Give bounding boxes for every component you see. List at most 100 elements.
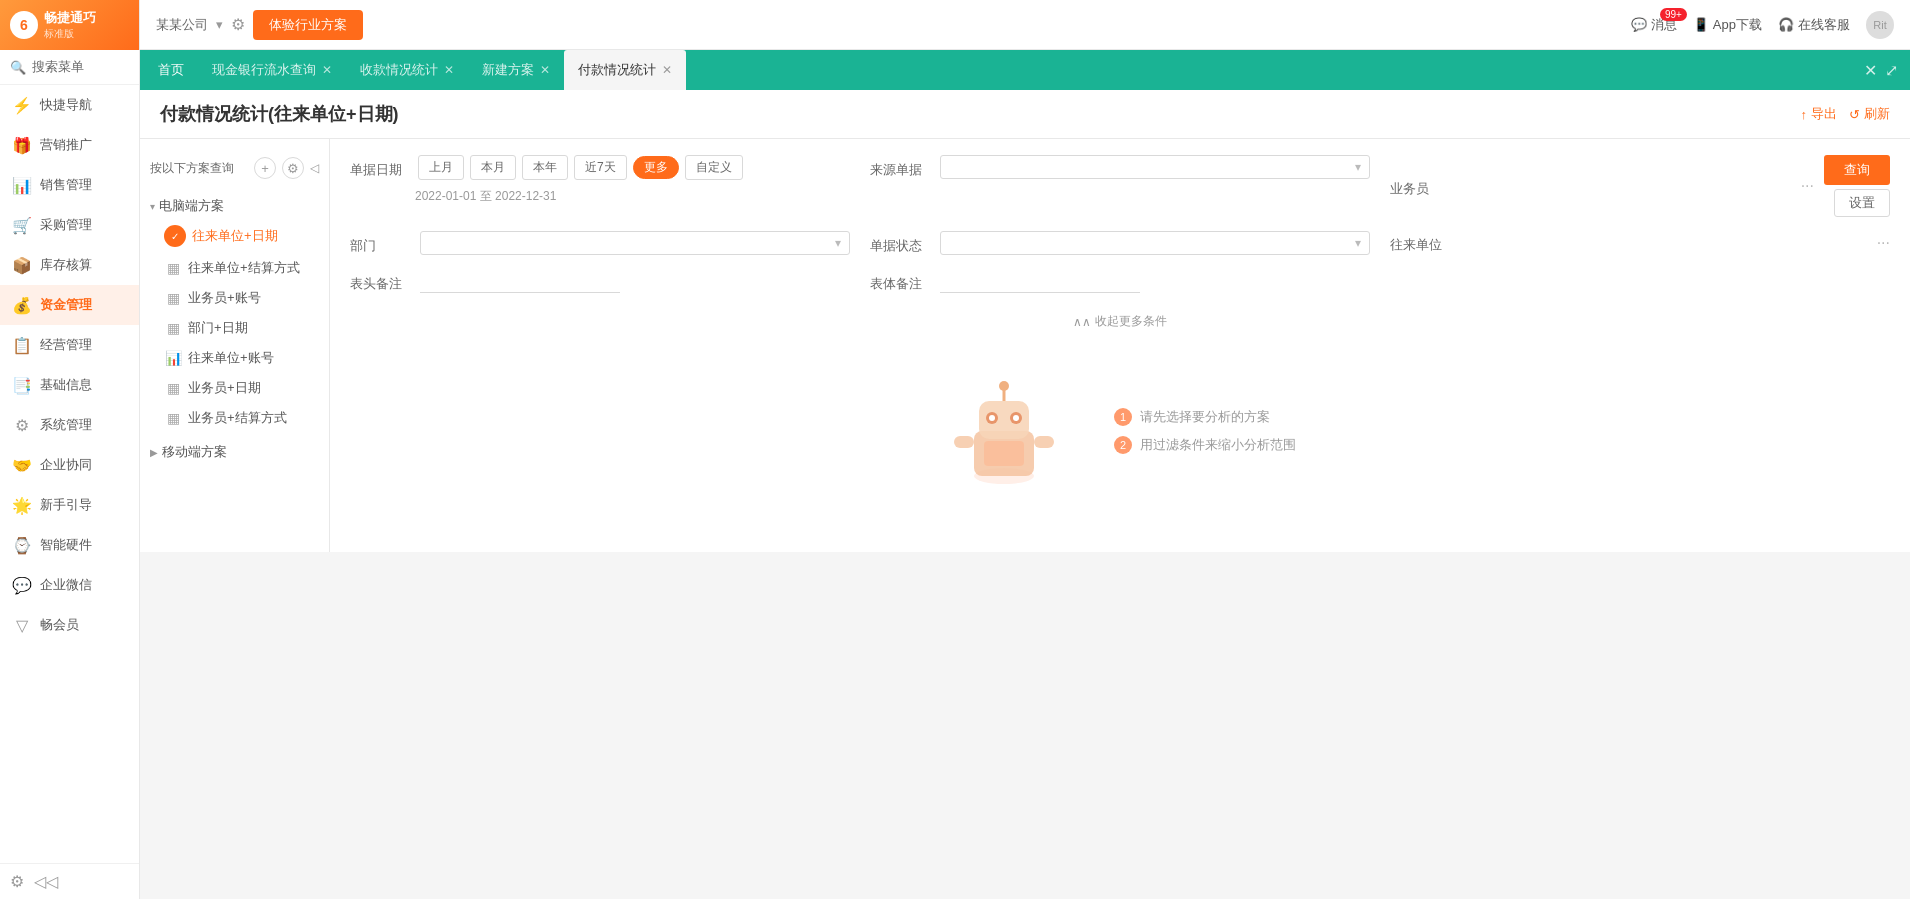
scheme-settings-btn[interactable]: ⚙ [282,157,304,179]
tab-close-all-icon[interactable]: ✕ [1864,61,1877,80]
filter-doc-status-label: 单据状态 [870,232,930,255]
sidebar-item-label: 营销推广 [40,136,92,154]
scheme-item-icon: ▦ [164,319,182,337]
scheme-item-label: 部门+日期 [188,319,248,337]
filter-date-label: 单据日期 [350,156,410,179]
sidebar-item-capital[interactable]: 💰 资金管理 [0,285,139,325]
header-gear-icon[interactable]: ⚙ [231,15,245,34]
tab-income-label: 收款情况统计 [360,61,438,79]
settings-btn[interactable]: 设置 [1834,189,1890,217]
message-badge: 99+ [1660,8,1687,21]
filter-source-select[interactable]: ▾ [940,155,1370,179]
sidebar-item-label: 销售管理 [40,176,92,194]
page-title: 付款情况统计(往来单位+日期) [160,102,399,126]
export-btn[interactable]: ↑ 导出 [1801,105,1838,123]
sidebar-item-label: 快捷导航 [40,96,92,114]
tab-income-close[interactable]: ✕ [444,63,454,77]
tab-payment-label: 付款情况统计 [578,61,656,79]
refresh-btn[interactable]: ↺ 刷新 [1849,105,1890,123]
scheme-item-label: 业务员+账号 [188,289,261,307]
date-btn-custom[interactable]: 自定义 [685,155,743,180]
app-icon: 📱 [1693,17,1709,32]
sidebar-item-member[interactable]: ▽ 畅会员 [0,605,139,645]
trial-btn[interactable]: 体验行业方案 [253,10,363,40]
tab-new-scheme-close[interactable]: ✕ [540,63,550,77]
empty-illustration [944,376,1064,496]
message-action[interactable]: 💬 消息 99+ [1631,16,1677,34]
sidebar-item-basic[interactable]: 📑 基础信息 [0,365,139,405]
date-btn-more[interactable]: 更多 [633,156,679,179]
scheme-item-unit-date[interactable]: ✓ 往来单位+日期 [140,219,329,253]
service-action[interactable]: 🎧 在线客服 [1778,16,1850,34]
filter-body-note-input[interactable] [940,269,1140,293]
message-icon: 💬 [1631,17,1647,32]
sidebar-item-system[interactable]: ⚙ 系统管理 [0,405,139,445]
date-btn-this-year[interactable]: 本年 [522,155,568,180]
scheme-pc-group-title[interactable]: ▾ 电脑端方案 [140,193,329,219]
settings-footer-icon[interactable]: ⚙ [10,872,24,891]
tab-bank-close[interactable]: ✕ [322,63,332,77]
tab-expand-icon[interactable]: ⤢ [1885,61,1898,80]
tab-bank[interactable]: 现金银行流水查询 ✕ [198,50,346,90]
scheme-pc-group-arrow: ▾ [150,201,155,212]
sidebar-item-marketing[interactable]: 🎁 营销推广 [0,125,139,165]
filter-dept-select[interactable]: ▾ [420,231,850,255]
company-dropdown-icon[interactable]: ▾ [216,17,223,32]
scheme-toolbar-buttons: + ⚙ ◁ [254,157,319,179]
tab-new-scheme[interactable]: 新建方案 ✕ [468,50,564,90]
sidebar-item-quick-nav[interactable]: ⚡ 快捷导航 [0,85,139,125]
filter-doc-status: 单据状态 ▾ [870,231,1370,255]
main-panel: 单据日期 上月 本月 本年 近7天 更多 自定义 2022-01-0 [330,139,1910,552]
collapse-more-btn[interactable]: ∧∧ 收起更多条件 [1067,307,1173,336]
sidebar-item-purchase[interactable]: 🛒 采购管理 [0,205,139,245]
scheme-item-unit-settle[interactable]: ▦ 往来单位+结算方式 [140,253,329,283]
collapse-section: ∧∧ 收起更多条件 [350,307,1890,336]
collapse-sidebar-icon[interactable]: ◁◁ [34,872,58,891]
service-label: 在线客服 [1798,16,1850,34]
filter-query-actions: 查询 设置 [1824,155,1890,217]
scheme-item-salesman-account[interactable]: ▦ 业务员+账号 [140,283,329,313]
sidebar-item-label: 经营管理 [40,336,92,354]
scheme-add-btn[interactable]: + [254,157,276,179]
svg-point-8 [999,381,1009,391]
sidebar-item-inventory[interactable]: 📦 库存核算 [0,245,139,285]
sidebar-item-weixin[interactable]: 💬 企业微信 [0,565,139,605]
date-btn-7days[interactable]: 近7天 [574,155,627,180]
sidebar-item-label: 新手引导 [40,496,92,514]
search-menu[interactable]: 🔍 搜索菜单 [0,50,139,85]
brand-sub: 标准版 [44,27,96,41]
sidebar-item-operation[interactable]: 📋 经营管理 [0,325,139,365]
tab-bar-actions: ✕ ⤢ [1856,61,1906,80]
sidebar-item-sales[interactable]: 📊 销售管理 [0,165,139,205]
app-download-action[interactable]: 📱 App下载 [1693,16,1762,34]
scheme-item-icon: ▦ [164,379,182,397]
refresh-label: 刷新 [1864,105,1890,123]
filter-header-note-label: 表头备注 [350,270,410,293]
scheme-item-unit-account[interactable]: 📊 往来单位+账号 [140,343,329,373]
tab-payment-close[interactable]: ✕ [662,63,672,77]
tab-payment[interactable]: 付款情况统计 ✕ [564,50,686,90]
scheme-item-salesman-date[interactable]: ▦ 业务员+日期 [140,373,329,403]
robot-svg [944,376,1064,496]
scheme-collapse-btn[interactable]: ◁ [310,161,319,175]
filter-header-note-input[interactable] [420,269,620,293]
inventory-icon: 📦 [12,255,32,275]
user-avatar[interactable]: Rit [1866,11,1894,39]
sidebar-item-hardware[interactable]: ⌚ 智能硬件 [0,525,139,565]
date-btn-last-month[interactable]: 上月 [418,155,464,180]
date-range: 2022-01-01 至 2022-12-31 [415,188,556,205]
filter-doc-status-select[interactable]: ▾ [940,231,1370,255]
sidebar-item-guide[interactable]: 🌟 新手引导 [0,485,139,525]
filter-counterparty-dots[interactable]: ··· [1877,234,1890,252]
tab-home[interactable]: 首页 [144,50,198,90]
scheme-item-salesman-settle[interactable]: ▦ 业务员+结算方式 [140,403,329,433]
scheme-mobile-group-title[interactable]: ▶ 移动端方案 [140,439,329,465]
query-btn[interactable]: 查询 [1824,155,1890,185]
scheme-item-dept-date[interactable]: ▦ 部门+日期 [140,313,329,343]
svg-point-5 [989,415,995,421]
tab-income[interactable]: 收款情况统计 ✕ [346,50,468,90]
filter-counterparty: 往来单位 ··· [1390,231,1890,254]
sidebar-item-enterprise[interactable]: 🤝 企业协同 [0,445,139,485]
date-btn-this-month[interactable]: 本月 [470,155,516,180]
filter-salesman-dots[interactable]: ··· [1801,177,1814,195]
